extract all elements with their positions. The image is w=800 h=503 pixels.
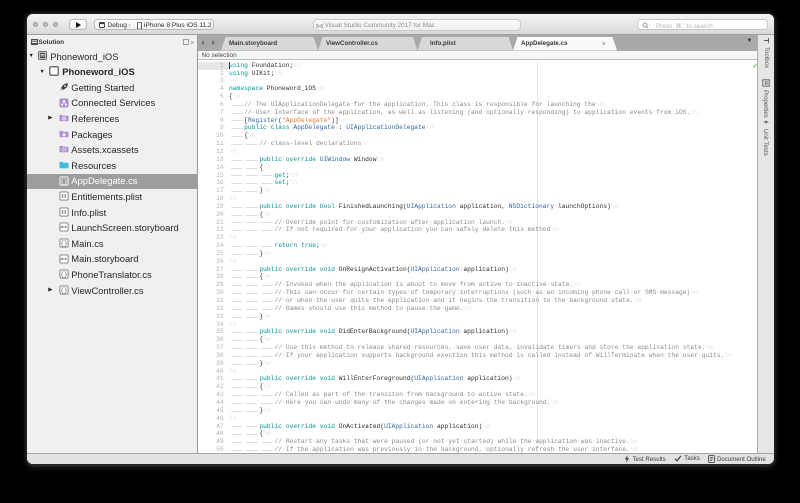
svg-text:{}: {}: [61, 287, 68, 294]
svg-text:{}: {}: [61, 240, 68, 247]
svg-text:{}: {}: [61, 271, 68, 278]
svg-text:{}: {}: [61, 178, 68, 185]
